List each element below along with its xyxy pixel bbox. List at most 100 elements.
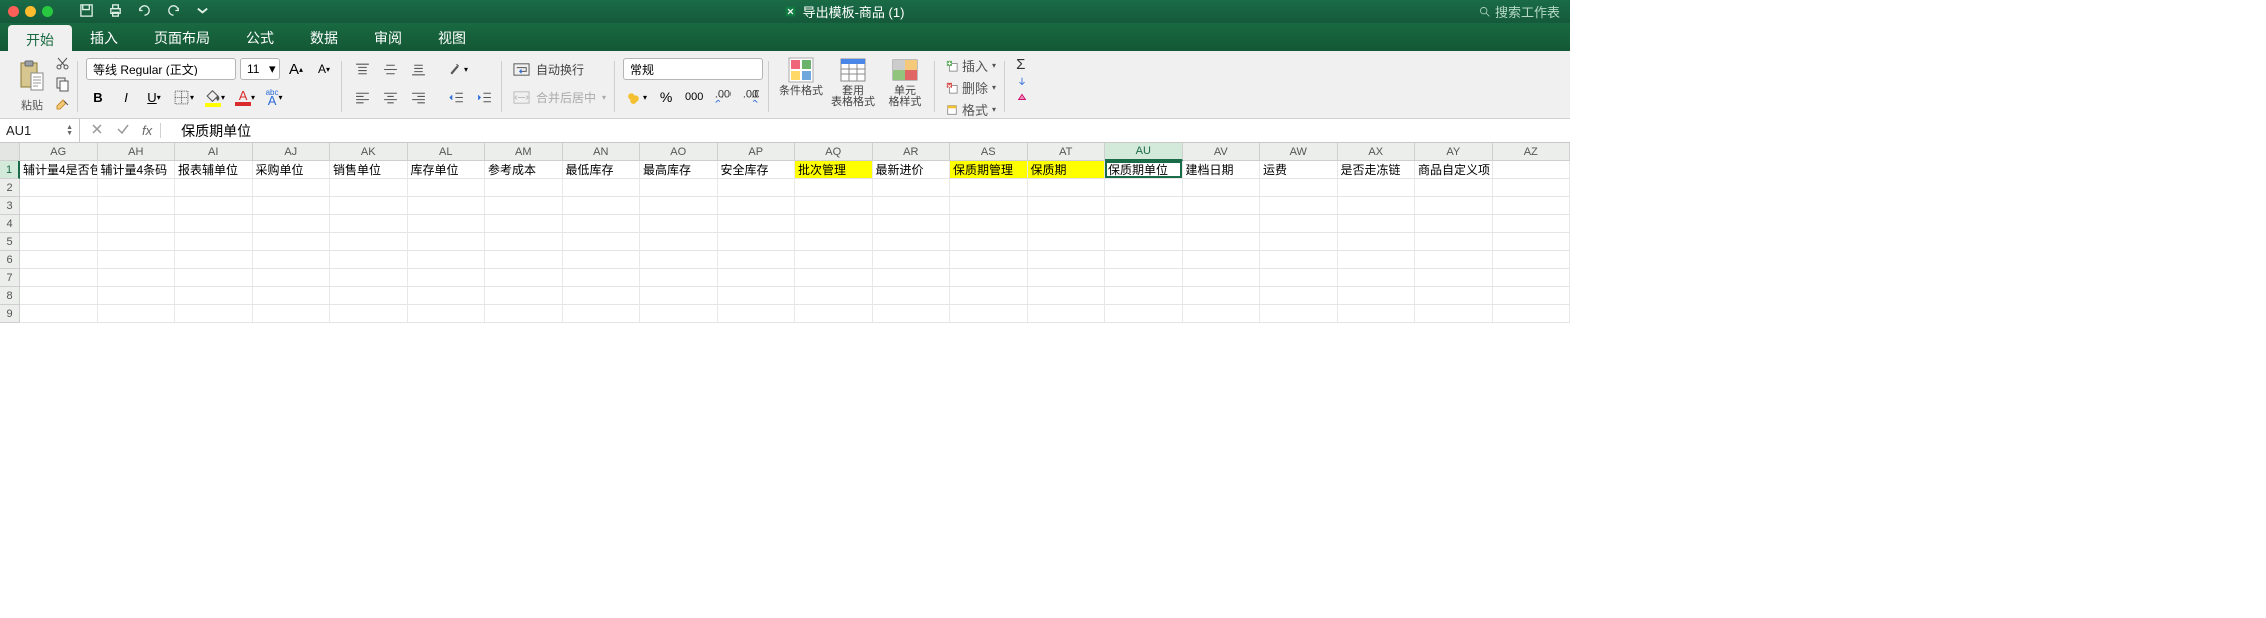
- maximize-window[interactable]: [42, 6, 53, 17]
- cell[interactable]: [718, 287, 796, 305]
- cell[interactable]: [485, 197, 563, 215]
- cell[interactable]: [253, 233, 331, 251]
- cell[interactable]: [408, 215, 486, 233]
- cell[interactable]: [718, 233, 796, 251]
- cell[interactable]: [563, 233, 641, 251]
- cell[interactable]: [20, 287, 98, 305]
- format-painter-icon[interactable]: [54, 97, 72, 116]
- cell[interactable]: [1183, 251, 1261, 269]
- decrease-decimal-button[interactable]: .00.0: [738, 86, 762, 108]
- tab-formulas[interactable]: 公式: [228, 23, 292, 51]
- cell[interactable]: [485, 305, 563, 323]
- cell[interactable]: [563, 179, 641, 197]
- cell[interactable]: [718, 179, 796, 197]
- cell[interactable]: [98, 269, 176, 287]
- cell[interactable]: [1415, 251, 1493, 269]
- delete-cells-button[interactable]: 删除▾: [943, 77, 999, 98]
- borders-button[interactable]: ▾: [170, 86, 197, 108]
- column-header[interactable]: AV: [1183, 143, 1261, 161]
- align-left-button[interactable]: [350, 86, 374, 108]
- cell[interactable]: [795, 287, 873, 305]
- cell[interactable]: [950, 305, 1028, 323]
- bold-button[interactable]: B: [86, 86, 110, 108]
- comma-style-button[interactable]: 000: [682, 86, 706, 108]
- cell[interactable]: [20, 251, 98, 269]
- cell[interactable]: [1183, 179, 1261, 197]
- cell[interactable]: [950, 287, 1028, 305]
- cell[interactable]: [408, 197, 486, 215]
- copy-icon[interactable]: [54, 76, 72, 95]
- cell[interactable]: [718, 215, 796, 233]
- tab-data[interactable]: 数据: [292, 23, 356, 51]
- cell[interactable]: [1028, 305, 1106, 323]
- cell[interactable]: [640, 287, 718, 305]
- cell[interactable]: [20, 305, 98, 323]
- fill-button[interactable]: [1013, 75, 1031, 89]
- column-header[interactable]: AI: [175, 143, 253, 161]
- print-icon[interactable]: [108, 3, 123, 21]
- cell[interactable]: [1028, 269, 1106, 287]
- cell[interactable]: [485, 251, 563, 269]
- cell[interactable]: [563, 215, 641, 233]
- cell[interactable]: [175, 179, 253, 197]
- redo-icon[interactable]: [166, 3, 181, 21]
- chevron-down-icon[interactable]: ▾: [265, 61, 280, 77]
- grow-font-button[interactable]: A▴: [284, 58, 308, 80]
- cell[interactable]: [1338, 233, 1416, 251]
- phonetic-guide-button[interactable]: abcA▾: [262, 86, 286, 108]
- row-header[interactable]: 9: [0, 305, 20, 323]
- cell[interactable]: [1105, 251, 1183, 269]
- cell[interactable]: [640, 179, 718, 197]
- cell[interactable]: 是否走冻链: [1338, 161, 1416, 179]
- column-header[interactable]: AT: [1028, 143, 1106, 161]
- cell[interactable]: [175, 233, 253, 251]
- cell[interactable]: [1260, 179, 1338, 197]
- cell[interactable]: [795, 179, 873, 197]
- cell[interactable]: [1105, 269, 1183, 287]
- wrap-text-button[interactable]: 自动换行: [510, 58, 587, 80]
- cell[interactable]: [175, 251, 253, 269]
- font-size-combo[interactable]: ▾: [240, 58, 280, 80]
- cell[interactable]: [950, 251, 1028, 269]
- cell[interactable]: [1260, 305, 1338, 323]
- cell[interactable]: [485, 233, 563, 251]
- row-header[interactable]: 2: [0, 179, 20, 197]
- cell[interactable]: [1183, 305, 1261, 323]
- cell[interactable]: [1260, 215, 1338, 233]
- cell[interactable]: [98, 179, 176, 197]
- column-header[interactable]: AG: [20, 143, 98, 161]
- cell[interactable]: 保质期: [1028, 161, 1106, 179]
- column-header[interactable]: AS: [950, 143, 1028, 161]
- cell[interactable]: [1493, 233, 1571, 251]
- cell[interactable]: [1493, 305, 1571, 323]
- tab-page-layout[interactable]: 页面布局: [136, 23, 228, 51]
- cell[interactable]: [950, 179, 1028, 197]
- cell[interactable]: [795, 251, 873, 269]
- column-header[interactable]: AK: [330, 143, 408, 161]
- cell[interactable]: [1028, 287, 1106, 305]
- cell[interactable]: [253, 179, 331, 197]
- cell[interactable]: [98, 305, 176, 323]
- cell[interactable]: [1415, 305, 1493, 323]
- cell[interactable]: 批次管理: [795, 161, 873, 179]
- cell[interactable]: [873, 215, 951, 233]
- cell[interactable]: [873, 269, 951, 287]
- row-header[interactable]: 7: [0, 269, 20, 287]
- cell[interactable]: 安全库存: [718, 161, 796, 179]
- cell[interactable]: [485, 287, 563, 305]
- cell[interactable]: [98, 233, 176, 251]
- minimize-window[interactable]: [25, 6, 36, 17]
- cell[interactable]: [20, 269, 98, 287]
- undo-icon[interactable]: [137, 3, 152, 21]
- cell[interactable]: [1105, 287, 1183, 305]
- clear-button[interactable]: [1013, 90, 1031, 104]
- tab-home[interactable]: 开始: [8, 25, 72, 51]
- number-format-value[interactable]: [630, 62, 785, 76]
- cell[interactable]: [1493, 287, 1571, 305]
- increase-indent-button[interactable]: [472, 86, 496, 108]
- cell[interactable]: [1028, 197, 1106, 215]
- cell[interactable]: [950, 215, 1028, 233]
- cell[interactable]: [1105, 305, 1183, 323]
- row-header[interactable]: 5: [0, 233, 20, 251]
- cell[interactable]: [253, 215, 331, 233]
